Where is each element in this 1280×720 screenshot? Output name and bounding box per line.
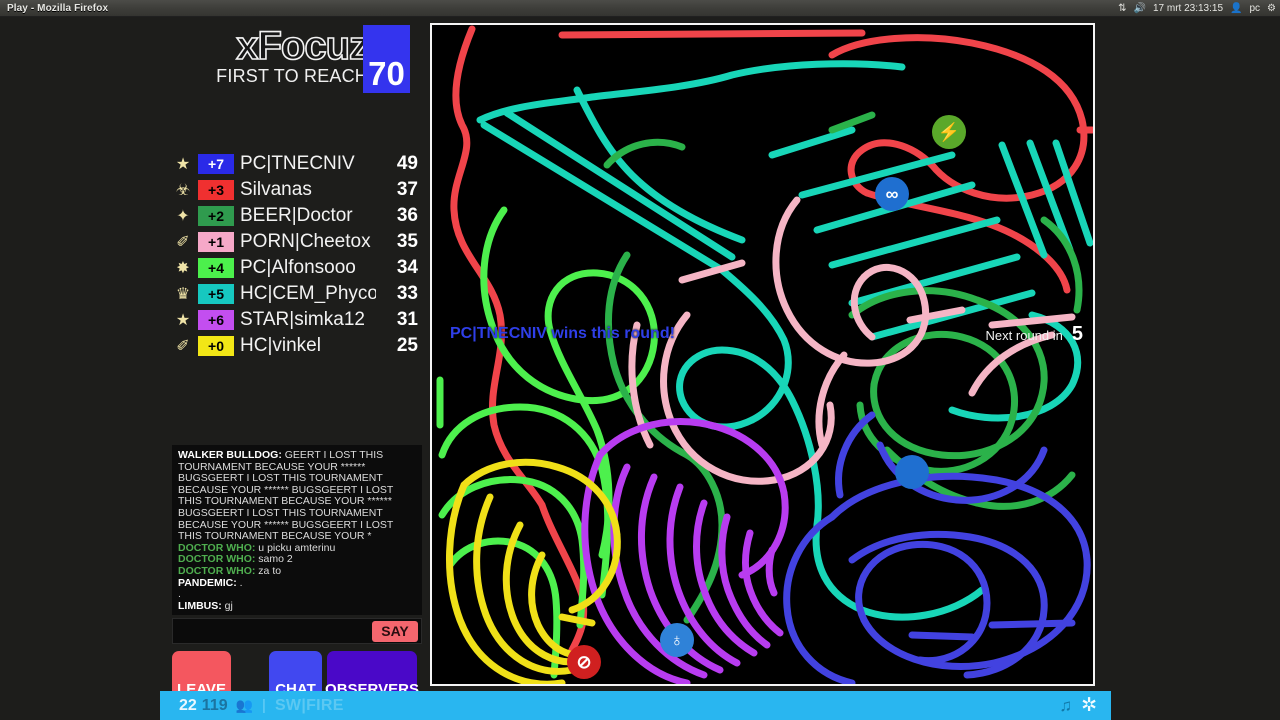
star-icon: ★ (175, 312, 191, 329)
chat-author: LIMBUS: (178, 599, 222, 612)
player-name: HC|vinkel (240, 335, 321, 356)
ping-value: 22 (179, 696, 197, 714)
round-result-message: PC|TNECNIV wins this round! (450, 325, 675, 342)
status-bar: 22 119 👥 | SW|FIRE ♫ ✲ (160, 691, 1111, 720)
next-round-countdown: 5 (1071, 323, 1083, 345)
chat-author: DOCTOR WHO: (178, 553, 256, 566)
brand-text: xFocuz FIRST TO REACH (216, 24, 370, 87)
player-name: PC|Alfonsooo (240, 257, 356, 278)
network-updown-icon[interactable]: ⇅ (1118, 0, 1126, 17)
chat-message: WALKER BULLDOG: GEERT I LOST THIS TOURNA… (178, 449, 416, 543)
chat-text: . (178, 588, 181, 601)
chat-input[interactable] (173, 619, 372, 643)
rank-badge: +3 (198, 180, 234, 200)
next-round-timer: Next round in 5 (986, 323, 1083, 346)
chat-author: WALKER BULLDOG: (178, 449, 282, 461)
player-score: 25 (396, 335, 418, 356)
rank-badge: +6 (198, 310, 234, 330)
player-name: PC|TNECNIV (240, 153, 355, 174)
user-icon: 👤 (1230, 3, 1243, 14)
rank-badge: +1 (198, 232, 234, 252)
sparkle-icon[interactable]: ✲ (1081, 694, 1097, 717)
chat-text: . (236, 576, 243, 589)
chat-author: PANDEMIC: (178, 576, 237, 589)
rank-badge: +7 (198, 154, 234, 174)
leaderboard-row: ✦ +2 BEER|Doctor 36 (168, 203, 418, 229)
window-title: Play - Mozilla Firefox (7, 2, 109, 14)
chat-text: GEERT I LOST THIS TOURNAMENT BECAUSE YOU… (178, 449, 394, 543)
chat-text: za to (255, 564, 282, 577)
left-panel: xFocuz FIRST TO REACH 70 ★ +7 PC|TNECNIV 49… (0, 17, 430, 720)
speed-powerup: ⚡ (932, 115, 966, 149)
player-name: STAR|simka12 (240, 309, 365, 330)
player-name: Silvanas (240, 179, 312, 200)
rank-badge: +0 (198, 336, 234, 356)
bulb-powerup: ♁ (660, 623, 694, 657)
globe-powerup (895, 455, 929, 489)
fps-value: 119 (201, 696, 228, 714)
chat-message: LIMBUS: gj (178, 599, 416, 613)
chat-text: gj (221, 599, 233, 612)
player-name: BEER|Doctor (240, 205, 353, 226)
player-score: 31 (396, 309, 418, 330)
tray-user[interactable]: pc (1249, 0, 1260, 17)
biohazard-icon: ☣ (175, 182, 191, 199)
leaderboard-row: ✐ +0 HC|vinkel 25 (168, 333, 418, 359)
powerups-layer: ⚡ ∞ ⊘ ♁ (432, 25, 1093, 684)
leaderboard-row: ✸ +4 PC|Alfonsooo 34 (168, 255, 418, 281)
chat-message: PANDEMIC: . (178, 576, 416, 590)
leaderboard-row: ✐ +1 PORN|Cheetox 35 (168, 229, 418, 255)
app-root: Play - Mozilla Firefox ⇅ 🔊 17 mrt 23:13:… (0, 0, 1280, 720)
leaderboard: ★ +7 PC|TNECNIV 49 ☣ +3 Silvanas 37 ✦ +2 BEER|Doct… (168, 151, 418, 359)
chat-log[interactable]: WALKER BULLDOG: GEERT I LOST THIS TOURNA… (172, 445, 422, 615)
mask-icon: ✐ (176, 338, 190, 355)
branding: xFocuz FIRST TO REACH 70 (0, 20, 420, 95)
tray-clock[interactable]: 17 mrt 23:13:15 (1153, 0, 1223, 17)
page-title: xFocuz (235, 24, 369, 68)
chat-author: DOCTOR WHO: (178, 541, 256, 554)
gear-icon[interactable]: ⚙ (1267, 0, 1276, 17)
player-name: PORN|Cheetox (240, 231, 371, 252)
brand-subtitle: FIRST TO REACH (216, 66, 368, 86)
burst-icon: ✸ (176, 260, 190, 277)
next-round-label: Next round in (985, 328, 1063, 343)
say-button[interactable]: SAY (372, 620, 418, 642)
leaderboard-row: ★ +6 STAR|simka12 31 (168, 307, 418, 333)
rank-badge: +2 (198, 206, 234, 226)
status-separator: | (262, 696, 266, 714)
leaderboard-row: ★ +7 PC|TNECNIV 49 (168, 151, 418, 177)
chat-input-row[interactable]: SAY (172, 618, 422, 644)
status-right: ♫ ✲ (1059, 694, 1111, 717)
goal-score-value: 70 (368, 55, 405, 92)
rank-badge: +5 (198, 284, 234, 304)
chat-text: samo 2 (255, 553, 293, 566)
leaderboard-row: ☣ +3 Silvanas 37 (168, 177, 418, 203)
leaderboard-row: ♛ +5 HC|CEM_Phyco 33 (168, 281, 418, 307)
crown-icon: ♛ (175, 286, 191, 303)
player-score: 37 (396, 179, 418, 200)
game-area[interactable]: ⚡ ∞ ⊘ ♁ PC|TNECNIV wins this round! Next ro… (430, 23, 1095, 686)
music-note-icon[interactable]: ♫ (1059, 696, 1072, 716)
star-icon: ★ (175, 156, 191, 173)
no-entry-powerup: ⊘ (567, 645, 601, 679)
player-score: 34 (396, 257, 418, 278)
comet-icon: ✦ (176, 208, 190, 225)
player-name: HC|CEM_Phyco (240, 283, 376, 304)
mask-icon: ✐ (176, 234, 190, 251)
chat-author: DOCTOR WHO: (178, 564, 256, 577)
status-left: 22 119 👥 | SW|FIRE (160, 697, 344, 715)
rank-badge: +4 (198, 258, 234, 278)
rings-powerup: ∞ (875, 177, 909, 211)
volume-icon[interactable]: 🔊 (1134, 0, 1146, 17)
system-tray: ⇅ 🔊 17 mrt 23:13:15 👤 pc ⚙ (1118, 0, 1276, 17)
users-icon: 👥 (235, 696, 254, 713)
player-score: 49 (396, 153, 418, 174)
room-name: SW|FIRE (274, 696, 344, 714)
player-score: 36 (396, 205, 418, 226)
player-score: 35 (396, 231, 418, 252)
chat-text: u picku amterinu (255, 541, 336, 554)
player-score: 33 (396, 283, 418, 304)
goal-score-box: 70 (363, 25, 410, 93)
window-titlebar: Play - Mozilla Firefox ⇅ 🔊 17 mrt 23:13:… (0, 0, 1280, 17)
